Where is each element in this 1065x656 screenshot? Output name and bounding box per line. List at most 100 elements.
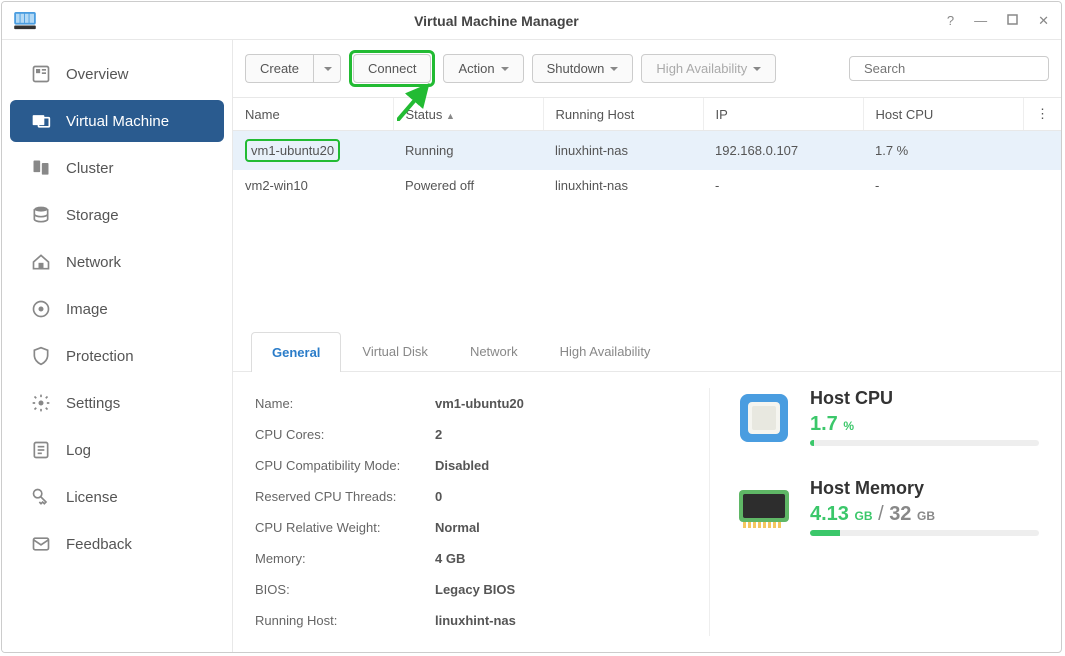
sidebar: Overview Virtual Machine Cluster Storage…: [2, 40, 232, 652]
toolbar: Create Connect Action Shutdown High Avai…: [233, 40, 1061, 98]
prop-label: CPU Cores:: [255, 427, 435, 442]
vm-name: vm2-win10: [233, 170, 393, 201]
close-icon[interactable]: ✕: [1038, 13, 1049, 29]
license-icon: [30, 486, 52, 508]
vm-ip: -: [703, 170, 863, 201]
connect-button[interactable]: Connect: [353, 54, 431, 83]
high-availability-button[interactable]: High Availability: [641, 54, 776, 83]
properties-list: Name:vm1-ubuntu20 CPU Cores:2 CPU Compat…: [255, 388, 689, 636]
prop-value: Normal: [435, 520, 480, 535]
sidebar-item-image[interactable]: Image: [10, 288, 224, 330]
gauge-value: 1.7 %: [810, 413, 1039, 436]
sidebar-item-label: Virtual Machine: [66, 113, 169, 130]
col-cpu[interactable]: Host CPU: [863, 98, 1024, 131]
sidebar-item-license[interactable]: License: [10, 476, 224, 518]
sidebar-item-protection[interactable]: Protection: [10, 335, 224, 377]
search-input[interactable]: [864, 61, 1040, 76]
sidebar-item-virtual-machine[interactable]: Virtual Machine: [10, 100, 224, 142]
prop-value: 2: [435, 427, 442, 442]
vm-table: Name Status ▲ Running Host IP Host CPU ⋮…: [233, 98, 1061, 201]
vm-cpu: 1.7 %: [863, 131, 1061, 171]
table-row[interactable]: vm1-ubuntu20 Running linuxhint-nas 192.1…: [233, 131, 1061, 171]
gauge-bar: [810, 440, 1039, 446]
cluster-icon: [30, 157, 52, 179]
sidebar-item-feedback[interactable]: Feedback: [10, 523, 224, 565]
feedback-icon: [30, 533, 52, 555]
sort-indicator-icon: ▲: [446, 111, 455, 121]
gauge-title: Host CPU: [810, 388, 1039, 409]
sidebar-item-label: Storage: [66, 207, 119, 224]
shutdown-button[interactable]: Shutdown: [532, 54, 634, 83]
protection-icon: [30, 345, 52, 367]
search-box[interactable]: [849, 56, 1049, 81]
prop-label: CPU Relative Weight:: [255, 520, 435, 535]
prop-label: Reserved CPU Threads:: [255, 489, 435, 504]
sidebar-item-settings[interactable]: Settings: [10, 382, 224, 424]
network-icon: [30, 251, 52, 273]
sidebar-item-label: Feedback: [66, 536, 132, 553]
log-icon: [30, 439, 52, 461]
sidebar-item-storage[interactable]: Storage: [10, 194, 224, 236]
window-title: Virtual Machine Manager: [46, 13, 947, 29]
tab-virtual-disk[interactable]: Virtual Disk: [341, 331, 449, 371]
prop-value: Legacy BIOS: [435, 582, 515, 597]
table-row[interactable]: vm2-win10 Powered off linuxhint-nas - -: [233, 170, 1061, 201]
overview-icon: [30, 63, 52, 85]
image-icon: [30, 298, 52, 320]
cpu-icon: [734, 388, 794, 448]
sidebar-item-network[interactable]: Network: [10, 241, 224, 283]
vm-host: linuxhint-nas: [543, 131, 703, 171]
sidebar-item-label: Log: [66, 442, 91, 459]
gauge-cpu: Host CPU 1.7 %: [734, 388, 1039, 448]
create-button-group: Create: [245, 54, 341, 83]
prop-label: Running Host:: [255, 613, 435, 628]
detail-tabs: General Virtual Disk Network High Availa…: [233, 331, 1061, 372]
detail-pane: General Virtual Disk Network High Availa…: [233, 331, 1061, 652]
sidebar-item-overview[interactable]: Overview: [10, 53, 224, 95]
vm-ip: 192.168.0.107: [703, 131, 863, 171]
vm-icon: [30, 110, 52, 132]
prop-label: Memory:: [255, 551, 435, 566]
vm-status: Powered off: [393, 170, 543, 201]
sidebar-item-label: License: [66, 489, 118, 506]
titlebar: Virtual Machine Manager ? — ✕: [2, 2, 1061, 40]
annotation-highlight: Connect: [349, 50, 435, 87]
create-button[interactable]: Create: [245, 54, 313, 83]
action-button[interactable]: Action: [443, 54, 523, 83]
gauge-title: Host Memory: [810, 478, 1039, 499]
app-icon: [14, 12, 36, 30]
create-dropdown[interactable]: [313, 54, 341, 83]
prop-value: linuxhint-nas: [435, 613, 516, 628]
tab-general[interactable]: General: [251, 332, 341, 372]
col-ip[interactable]: IP: [703, 98, 863, 131]
vm-status: Running: [393, 131, 543, 171]
memory-icon: [734, 478, 794, 538]
app-window: Virtual Machine Manager ? — ✕ Overview V…: [1, 1, 1062, 653]
col-options[interactable]: ⋮: [1024, 98, 1062, 131]
maximize-icon[interactable]: [1007, 13, 1018, 29]
prop-label: Name:: [255, 396, 435, 411]
sidebar-item-log[interactable]: Log: [10, 429, 224, 471]
sidebar-item-label: Overview: [66, 66, 129, 83]
storage-icon: [30, 204, 52, 226]
vm-host: linuxhint-nas: [543, 170, 703, 201]
prop-label: CPU Compatibility Mode:: [255, 458, 435, 473]
tab-network[interactable]: Network: [449, 331, 539, 371]
gauge-bar: [810, 530, 1039, 536]
gauge-value: 4.13 GB / 32 GB: [810, 503, 1039, 526]
col-host[interactable]: Running Host: [543, 98, 703, 131]
vm-name-highlight: vm1-ubuntu20: [245, 139, 340, 162]
tab-high-availability[interactable]: High Availability: [539, 331, 672, 371]
sidebar-item-label: Cluster: [66, 160, 114, 177]
annotation-arrow: [397, 81, 447, 121]
vm-cpu: -: [863, 170, 1061, 201]
sidebar-item-label: Network: [66, 254, 121, 271]
minimize-icon[interactable]: —: [974, 13, 987, 29]
col-name[interactable]: Name: [233, 98, 393, 131]
prop-value: 4 GB: [435, 551, 465, 566]
sidebar-item-cluster[interactable]: Cluster: [10, 147, 224, 189]
settings-icon: [30, 392, 52, 414]
prop-label: BIOS:: [255, 582, 435, 597]
help-icon[interactable]: ?: [947, 13, 954, 29]
sidebar-item-label: Image: [66, 301, 108, 318]
